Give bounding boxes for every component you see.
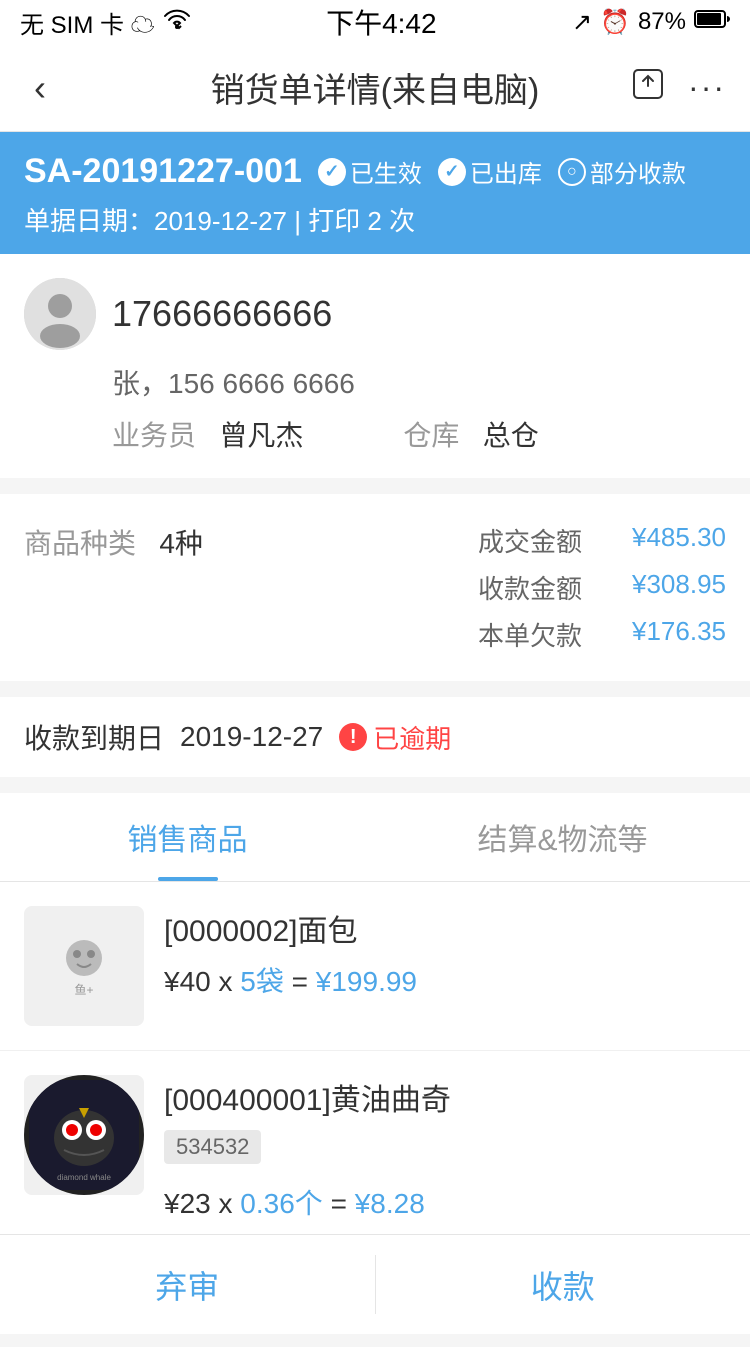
collected-label: 收款金额: [478, 569, 582, 606]
tab-settlement-label: 结算&物流等: [477, 815, 647, 859]
due-label: 收款到期日: [24, 717, 164, 757]
product-name-1: [0000002]面包: [164, 906, 726, 950]
warehouse-value: 总仓: [483, 420, 539, 451]
status-bar: 无 SIM 卡 ☁ 下午4:42 ↗ ⏰ 87%: [0, 0, 750, 44]
tab-settlement[interactable]: 结算&物流等: [375, 793, 750, 881]
qty-2: 0.36个: [240, 1188, 323, 1219]
badge-active: ✓ 已生效: [318, 154, 422, 189]
product-price-2: ¥23 x 0.36个 = ¥8.28: [164, 1182, 726, 1222]
order-id: SA-20191227-001: [24, 152, 302, 191]
amount-value: ¥485.30: [606, 522, 726, 559]
collected-value: ¥308.95: [606, 569, 726, 606]
cancel-review-button[interactable]: 弃审: [0, 1235, 375, 1334]
status-bar-left: 无 SIM 卡 ☁: [20, 5, 191, 40]
table-row[interactable]: diamond whale [000400001]黄油曲奇 534532 ¥23…: [0, 1051, 750, 1247]
alarm-icon: ⏰: [600, 8, 630, 37]
price-1: ¥40: [164, 966, 211, 997]
customer-name: 张，156 6666 6666: [112, 362, 726, 402]
signal-text: 无 SIM 卡 ☁: [20, 5, 155, 40]
tab-products[interactable]: 销售商品: [0, 793, 375, 881]
price-2: ¥23: [164, 1188, 211, 1219]
stats-right: 成交金额 ¥485.30 收款金额 ¥308.95 本单欠款 ¥176.35: [478, 522, 726, 653]
overdue-icon: !: [339, 723, 367, 751]
customer-phone: 17666666666: [112, 293, 332, 335]
stats-left: 商品种类 4种: [24, 522, 478, 562]
avatar: [24, 278, 96, 350]
overdue-text: 已逾期: [373, 719, 451, 756]
category-value: 4种: [159, 528, 203, 559]
battery-text: 87%: [638, 8, 686, 36]
back-button[interactable]: ‹: [24, 57, 56, 119]
debt-label: 本单欠款: [478, 616, 582, 653]
tab-underline: [158, 877, 218, 881]
location-icon: ↗: [572, 8, 592, 37]
doc-date: 单据日期：2019-12-27 | 打印 2 次: [24, 201, 726, 238]
share-icon[interactable]: [632, 68, 664, 108]
table-row[interactable]: 鱼+ [0000002]面包 ¥40 x 5袋 = ¥199.99: [0, 882, 750, 1051]
due-section: 收款到期日 2019-12-27 ! 已逾期: [0, 697, 750, 793]
product-price-1: ¥40 x 5袋 = ¥199.99: [164, 960, 726, 1000]
nav-bar: ‹ 销货单详情(来自电脑) ···: [0, 44, 750, 132]
overdue-badge: ! 已逾期: [339, 719, 451, 756]
wifi-icon: [163, 8, 191, 37]
category-label: 商品种类: [24, 528, 136, 559]
battery-icon: [694, 8, 730, 36]
warehouse-label: 仓库: [403, 420, 459, 451]
more-icon[interactable]: ···: [688, 69, 726, 106]
product-thumbnail-1: 鱼+: [24, 906, 144, 1026]
collect-payment-button[interactable]: 收款: [376, 1235, 750, 1334]
nav-actions: ···: [632, 68, 726, 108]
header-banner: SA-20191227-001 ✓ 已生效 ✓ 已出库 ○ 部分收款 单据日期：…: [0, 132, 750, 254]
customer-meta: 业务员 曾凡杰 仓库 总仓: [112, 414, 726, 454]
svg-text:diamond whale: diamond whale: [57, 1173, 111, 1182]
product-list: 鱼+ [0000002]面包 ¥40 x 5袋 = ¥199.99: [0, 882, 750, 1247]
tab-products-label: 销售商品: [128, 815, 248, 859]
due-date: 2019-12-27: [180, 721, 323, 753]
product-info-2: [000400001]黄油曲奇 534532 ¥23 x 0.36个 = ¥8.…: [164, 1075, 726, 1222]
bottom-bar: 弃审 收款: [0, 1234, 750, 1334]
sales-label: 业务员: [112, 420, 196, 451]
product-info-1: [0000002]面包 ¥40 x 5袋 = ¥199.99: [164, 906, 726, 1000]
tabs-section: 销售商品 结算&物流等: [0, 793, 750, 882]
stats-section: 商品种类 4种 成交金额 ¥485.30 收款金额 ¥308.95 本单欠款 ¥…: [0, 494, 750, 697]
product-name-2: [000400001]黄油曲奇: [164, 1075, 726, 1119]
status-bar-time: 下午4:42: [326, 2, 437, 42]
page-title: 销货单详情(来自电脑): [211, 63, 540, 112]
product-thumbnail-2: diamond whale: [24, 1075, 144, 1195]
total-2: ¥8.28: [355, 1188, 425, 1219]
badge-shipped: ✓ 已出库: [438, 154, 542, 189]
badge-partial: ○ 部分收款: [558, 154, 686, 189]
svg-text:鱼+: 鱼+: [74, 983, 93, 997]
product-sku-2: 534532: [164, 1130, 261, 1164]
debt-value: ¥176.35: [606, 616, 726, 653]
customer-section: 17666666666 张，156 6666 6666 业务员 曾凡杰 仓库 总…: [0, 254, 750, 478]
qty-1: 5袋: [240, 966, 284, 997]
status-bar-right: ↗ ⏰ 87%: [572, 8, 730, 37]
sales-value: 曾凡杰: [219, 420, 303, 451]
total-1: ¥199.99: [316, 966, 417, 997]
amount-label: 成交金额: [478, 522, 582, 559]
